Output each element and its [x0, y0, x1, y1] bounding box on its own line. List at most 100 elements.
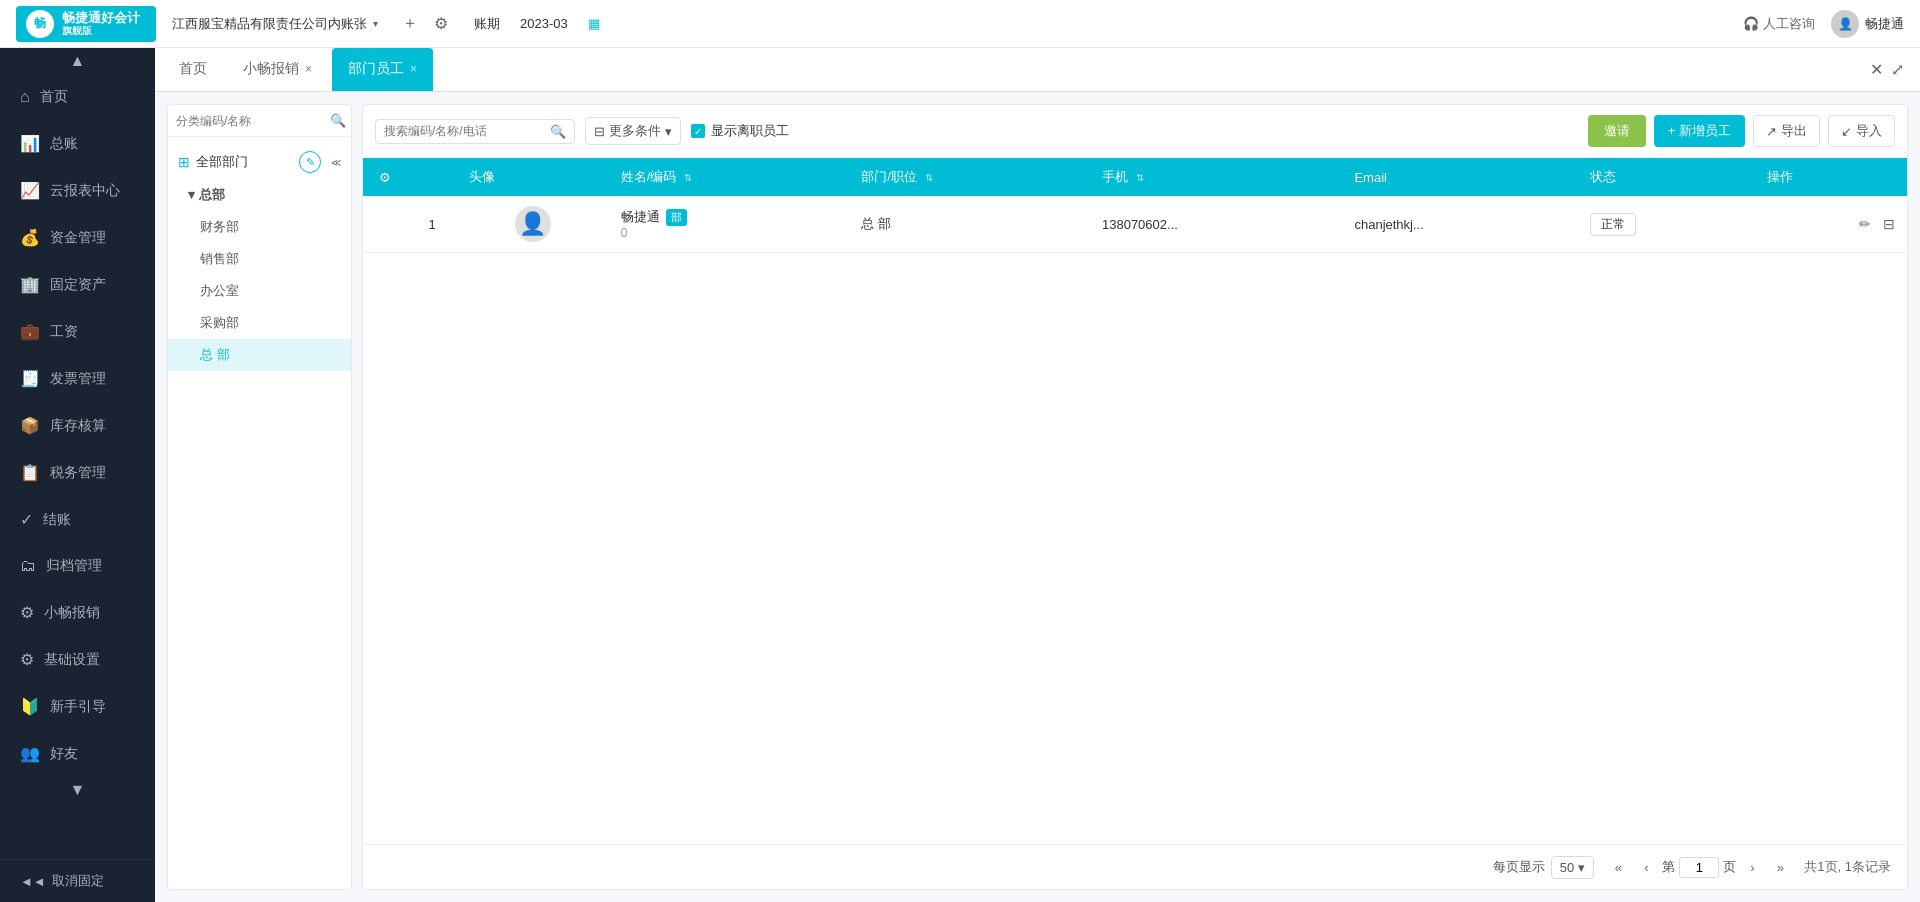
col-name[interactable]: 姓名/编码 ⇅	[609, 158, 850, 196]
sidebar-item-new-guide[interactable]: 🔰 新手引导	[0, 683, 155, 730]
sidebar-item-checkout[interactable]: ✓ 结账	[0, 496, 155, 543]
tab-dept-close[interactable]: ×	[410, 62, 417, 76]
scroll-down-indicator: ▼	[0, 777, 155, 803]
col-phone[interactable]: 手机 ⇅	[1090, 158, 1342, 196]
invite-btn[interactable]: 邀请	[1588, 115, 1646, 147]
logo-sub: 旗舰版	[62, 25, 140, 37]
more-filter-btn[interactable]: ⊟ 更多条件 ▾	[585, 117, 681, 145]
sidebar-item-basic-settings[interactable]: ⚙ 基础设置	[0, 636, 155, 683]
chevron-down-icon: ▾	[373, 18, 378, 29]
sort-dept-icon: ⇅	[925, 172, 933, 183]
company-selector[interactable]: 江西服宝精品有限责任公司内账张 ▾	[172, 15, 378, 33]
tab-right-actions: ✕ ⤢	[1870, 48, 1912, 91]
dept-node-office[interactable]: 办公室	[168, 275, 351, 307]
row-actions: ✏ ⊟	[1755, 196, 1907, 253]
per-page-select-box[interactable]: 50 ▾	[1551, 856, 1594, 879]
sidebar-label-checkout: 结账	[43, 511, 71, 529]
col-email: Email	[1342, 158, 1578, 196]
export-btn[interactable]: ↗ 导出	[1753, 115, 1820, 147]
per-page-value: 50	[1560, 860, 1574, 875]
import-btn[interactable]: ↙ 导入	[1828, 115, 1895, 147]
unpin-label: 取消固定	[52, 872, 104, 890]
emp-search-input[interactable]	[384, 124, 544, 138]
first-page-btn[interactable]: «	[1606, 855, 1630, 879]
logout-icon[interactable]: ⊟	[1883, 216, 1895, 232]
dept-search-input[interactable]	[176, 114, 326, 128]
tab-expense-close[interactable]: ×	[305, 62, 312, 76]
dept-node-hq[interactable]: ▾ 总部	[168, 179, 351, 211]
sidebar-item-home[interactable]: ⌂ 首页	[0, 74, 155, 120]
service-label: 人工咨询	[1763, 15, 1815, 33]
tab-home[interactable]: 首页	[163, 48, 223, 91]
dept-node-finance[interactable]: 财务部	[168, 211, 351, 243]
dept-search-icon[interactable]: 🔍	[330, 113, 346, 128]
all-dept-header[interactable]: ⊞ 全部部门 ✎ ≪	[168, 145, 351, 179]
dept-edit-btn[interactable]: ✎	[299, 151, 321, 173]
period-label: 账期	[474, 15, 500, 33]
prev-page-btn[interactable]: ‹	[1634, 855, 1658, 879]
sidebar-item-fixed-assets[interactable]: 🏢 固定资产	[0, 261, 155, 308]
dept-node-general[interactable]: 总 部	[168, 339, 351, 371]
row-name-cell: 畅捷通 部 0	[609, 196, 850, 253]
avatar: 👤	[515, 206, 551, 242]
emp-footer: 每页显示 50 ▾ « ‹ 第 页 ›	[363, 844, 1907, 889]
emp-name: 畅捷通	[621, 208, 660, 226]
top-bar: 畅 畅捷通好会计 旗舰版 江西服宝精品有限责任公司内账张 ▾ ＋ ⚙ 账期 20…	[0, 0, 1920, 48]
service-button[interactable]: 🎧 人工咨询	[1743, 15, 1815, 33]
page-input[interactable]	[1679, 857, 1719, 878]
sidebar-item-tax[interactable]: 📋 税务管理	[0, 449, 155, 496]
sidebar-item-payroll[interactable]: 💼 工资	[0, 308, 155, 355]
sidebar-item-inventory[interactable]: 📦 库存核算	[0, 402, 155, 449]
user-avatar: 👤	[1831, 10, 1859, 38]
tab-dept-emp[interactable]: 部门员工 ×	[332, 48, 433, 91]
avatar-icon: 👤	[519, 211, 546, 237]
sidebar-item-partner[interactable]: 👥 好友	[0, 730, 155, 777]
dept-panel: 🔍 ⊞ 全部部门 ✎ ≪ ▾ 总部 财务部 销售部 办公室 采购部	[167, 104, 352, 890]
expense-icon: ⚙	[20, 603, 34, 622]
sidebar-item-general-ledger[interactable]: 📊 总账	[0, 120, 155, 167]
dept-node-sales[interactable]: 销售部	[168, 243, 351, 275]
unpin-btn[interactable]: ◄◄ 取消固定	[0, 859, 155, 902]
settings-icon[interactable]: ⚙	[434, 14, 448, 33]
table-row: 1 👤 畅捷通 部	[363, 196, 1907, 253]
sidebar-label-partner: 好友	[50, 745, 78, 763]
app-logo[interactable]: 畅 畅捷通好会计 旗舰版	[16, 6, 156, 42]
sidebar-label-capital: 资金管理	[50, 229, 106, 247]
emp-search-icon[interactable]: 🔍	[550, 124, 566, 139]
show-resigned-checkbox[interactable]: ✓	[691, 124, 705, 138]
user-info[interactable]: 👤 畅捷通	[1831, 10, 1904, 38]
sidebar-item-invoice[interactable]: 🧾 发票管理	[0, 355, 155, 402]
sidebar-item-expense[interactable]: ⚙ 小畅报销	[0, 589, 155, 636]
sidebar-item-cloud-reports[interactable]: 📈 云报表中心	[0, 167, 155, 214]
tab-home-label: 首页	[179, 60, 207, 78]
col-dept[interactable]: 部门/职位 ⇅	[849, 158, 1090, 196]
last-page-btn[interactable]: »	[1768, 855, 1792, 879]
maximize-btn[interactable]: ⤢	[1891, 60, 1904, 79]
import-label: 导入	[1856, 122, 1882, 140]
dept-badge: 部	[666, 209, 687, 226]
calendar-icon[interactable]: ▦	[588, 16, 600, 31]
tax-icon: 📋	[20, 463, 40, 482]
add-tab-btn[interactable]: ＋	[402, 13, 418, 34]
close-tab-btn[interactable]: ✕	[1870, 60, 1883, 79]
sidebar-item-archive[interactable]: 🗂 归档管理	[0, 543, 155, 589]
guide-icon: 🔰	[20, 697, 40, 716]
logo-title: 畅捷通好会计	[62, 10, 140, 26]
period-value[interactable]: 2023-03	[520, 16, 568, 31]
company-name: 江西服宝精品有限责任公司内账张	[172, 15, 367, 33]
col-settings[interactable]: ⚙	[363, 158, 407, 196]
edit-icon[interactable]: ✏	[1859, 216, 1871, 232]
topbar-right: 🎧 人工咨询 👤 畅捷通	[1743, 10, 1904, 38]
dept-node-purchase[interactable]: 采购部	[168, 307, 351, 339]
dept-emp-layout: 🔍 ⊞ 全部部门 ✎ ≪ ▾ 总部 财务部 销售部 办公室 采购部	[167, 104, 1908, 890]
sidebar-label-inventory: 库存核算	[50, 417, 106, 435]
headset-icon: 🎧	[1743, 16, 1759, 31]
show-resigned-toggle[interactable]: ✓ 显示离职员工	[691, 122, 789, 140]
main-layout: ▲ ⌂ 首页 📊 总账 📈 云报表中心 💰 资金管理 🏢 固定资产 💼 工资 🧾…	[0, 48, 1920, 902]
next-page-btn[interactable]: ›	[1740, 855, 1764, 879]
sidebar-item-capital[interactable]: 💰 资金管理	[0, 214, 155, 261]
add-emp-btn[interactable]: + 新增员工	[1654, 115, 1745, 147]
tab-expense[interactable]: 小畅报销 ×	[227, 48, 328, 91]
collapse-icon[interactable]: ≪	[331, 157, 341, 168]
col-no	[407, 158, 457, 196]
